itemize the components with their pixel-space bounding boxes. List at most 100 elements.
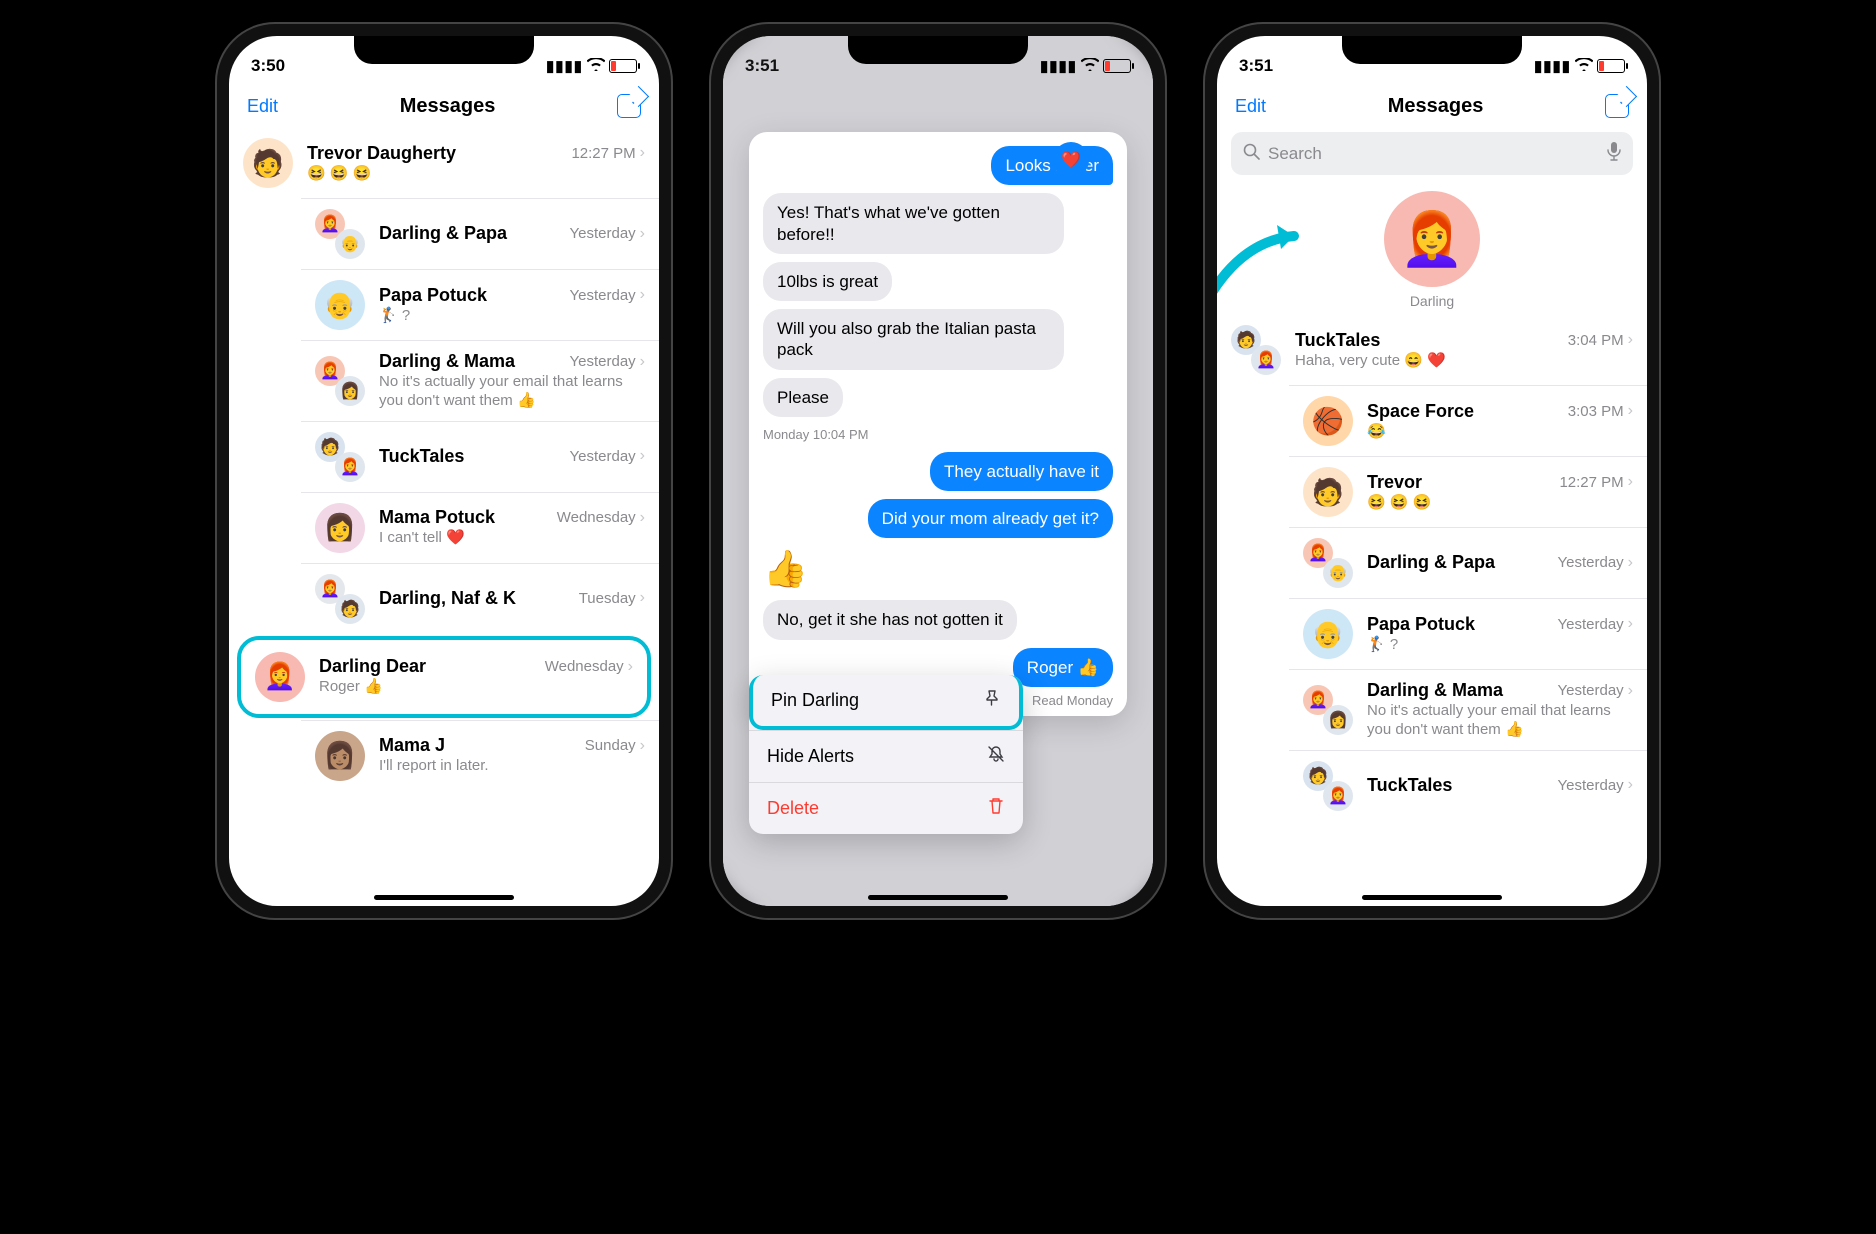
timestamp: Yesterday › (1558, 554, 1634, 572)
avatar: 🧑 (243, 138, 293, 188)
conversation-row[interactable]: 🧑 👩‍🦰 TuckTales Yesterday › (1289, 750, 1647, 821)
conversation-list[interactable]: 🧑 👩‍🦰 TuckTales 3:04 PM › Haha, very cut… (1217, 315, 1647, 821)
search-placeholder: Search (1268, 144, 1322, 164)
status-time: 3:51 (1239, 56, 1273, 76)
conversation-row[interactable]: 👩🏽 Mama J Sunday › I'll report in later. (301, 720, 659, 791)
message-out: They actually have it (930, 452, 1113, 491)
signal-icon: ▮▮▮▮ (1534, 57, 1571, 75)
timestamp: 3:03 PM › (1568, 402, 1633, 420)
pinned-name: Darling (1410, 293, 1454, 309)
edit-button[interactable]: Edit (247, 96, 278, 117)
avatar: 🧑 👩‍🦰 (315, 432, 365, 482)
conversation-row[interactable]: 🧑 👩‍🦰 TuckTales Yesterday › (301, 421, 659, 492)
message-out: Looks better (991, 146, 1113, 185)
chevron-right-icon: › (1628, 615, 1633, 633)
chevron-right-icon: › (640, 509, 645, 527)
chevron-right-icon: › (1628, 473, 1633, 491)
notch (848, 36, 1028, 64)
conversation-row[interactable]: 👩‍🦰 🧑 Darling, Naf & K Tuesday › (301, 563, 659, 634)
wifi-icon (1575, 58, 1593, 75)
timestamp: Monday 10:04 PM (763, 427, 1113, 442)
timestamp: Wednesday › (545, 658, 633, 676)
contact-name: Papa Potuck (1367, 614, 1475, 635)
context-menu[interactable]: Pin DarlingHide Alerts Delete (749, 675, 1023, 834)
conversation-row[interactable]: 🏀 Space Force 3:03 PM › 😂 (1289, 385, 1647, 456)
battery-icon (1103, 59, 1131, 73)
avatar: 🧑 (1303, 467, 1353, 517)
chevron-right-icon: › (1628, 682, 1633, 700)
conversation-row[interactable]: 👩 Mama Potuck Wednesday › I can't tell ❤… (301, 492, 659, 563)
contact-name: TuckTales (1367, 775, 1452, 796)
page-title: Messages (1388, 95, 1484, 118)
status-time: 3:51 (745, 56, 779, 76)
outgoing-messages: They actually have it Did your mom alread… (763, 448, 1113, 543)
message-preview: No it's actually your email that learns … (379, 373, 645, 411)
contact-name: Darling, Naf & K (379, 588, 516, 609)
chevron-right-icon: › (640, 737, 645, 755)
conversation-row[interactable]: 👩‍🦰 👴 Darling & Papa Yesterday › (301, 198, 659, 269)
contact-name: Darling & Mama (379, 351, 515, 372)
message-out: Did your mom already get it? (868, 499, 1113, 538)
conversation-row[interactable]: 👩‍🦰 👩 Darling & Mama Yesterday › No it's… (301, 340, 659, 421)
timestamp: Wednesday › (557, 509, 645, 527)
chevron-right-icon: › (640, 225, 645, 243)
notch (1342, 36, 1522, 64)
timestamp: Yesterday › (570, 225, 646, 243)
conversation-row[interactable]: 👩‍🦰 Darling Dear Wednesday › Roger 👍 (237, 636, 651, 718)
wifi-icon (1081, 58, 1099, 75)
conversation-preview-card[interactable]: Looks better ❤️ Yes! That's what we've g… (749, 132, 1127, 716)
menu-item-bell-slash[interactable]: Hide Alerts (749, 730, 1023, 782)
home-indicator[interactable] (868, 895, 1008, 900)
read-receipt: Read Monday (1032, 693, 1113, 708)
timestamp: Yesterday › (570, 353, 646, 371)
home-indicator[interactable] (1362, 895, 1502, 900)
contact-name: Darling & Papa (1367, 552, 1495, 573)
message-preview: 😆 😆 😆 (1367, 494, 1633, 513)
avatar: 👩‍🦰 👴 (315, 209, 365, 259)
pinned-avatar[interactable]: 👩‍🦰 (1384, 191, 1480, 287)
notch (354, 36, 534, 64)
message-in: No, get it she has not gotten it (763, 600, 1017, 639)
contact-name: TuckTales (379, 446, 464, 467)
timestamp: 3:04 PM › (1568, 331, 1633, 349)
conversation-row[interactable]: 👴 Papa Potuck Yesterday › 🏌️ ? (1289, 598, 1647, 669)
menu-item-trash[interactable]: Delete (749, 782, 1023, 834)
home-indicator[interactable] (374, 895, 514, 900)
timestamp: 12:27 PM › (1559, 473, 1633, 491)
chevron-right-icon: › (640, 353, 645, 371)
bell-slash-icon (987, 745, 1005, 768)
conversation-row[interactable]: 👴 Papa Potuck Yesterday › 🏌️ ? (301, 269, 659, 340)
status-time: 3:50 (251, 56, 285, 76)
avatar: 👩‍🦰 👴 (1303, 538, 1353, 588)
avatar: 👩🏽 (315, 731, 365, 781)
incoming-messages: Yes! That's what we've gotten before!!10… (763, 189, 1113, 421)
page-title: Messages (400, 95, 496, 118)
conversation-row[interactable]: 🧑 Trevor 12:27 PM › 😆 😆 😆 (1289, 456, 1647, 527)
search-input[interactable]: Search (1231, 132, 1633, 175)
contact-name: Space Force (1367, 401, 1474, 422)
conversation-row[interactable]: 🧑 Trevor Daugherty 12:27 PM › 😆 😆 😆 (229, 128, 659, 198)
conversation-row[interactable]: 👩‍🦰 👴 Darling & Papa Yesterday › (1289, 527, 1647, 598)
phone-mockup-3: 3:51 ▮▮▮▮ Edit Messages Search (1205, 24, 1659, 918)
contact-name: Trevor Daugherty (307, 143, 456, 164)
conversation-row[interactable]: 🧑 👩‍🦰 TuckTales 3:04 PM › Haha, very cut… (1217, 315, 1647, 385)
edit-button[interactable]: Edit (1235, 96, 1266, 117)
message-out: Roger 👍 (1013, 648, 1113, 687)
dictation-icon[interactable] (1607, 141, 1621, 166)
contact-name: Mama J (379, 735, 445, 756)
menu-item-pin[interactable]: Pin Darling (749, 675, 1023, 730)
message-in: Yes! That's what we've gotten before!! (763, 193, 1064, 254)
conversation-row[interactable]: 👩‍🦰 👩 Darling & Mama Yesterday › No it's… (1289, 669, 1647, 750)
menu-label: Delete (767, 798, 819, 819)
navbar: Edit Messages (1217, 86, 1647, 128)
conversation-list[interactable]: 🧑 Trevor Daugherty 12:27 PM › 😆 😆 😆 👩‍🦰 … (229, 128, 659, 791)
compose-button[interactable] (1605, 94, 1629, 118)
wifi-icon (587, 58, 605, 75)
avatar: 👩‍🦰 👩 (1303, 685, 1353, 735)
compose-button[interactable] (617, 94, 641, 118)
avatar: 👩 (315, 503, 365, 553)
message-preview: Roger 👍 (319, 678, 633, 697)
pinned-conversation[interactable]: 👩‍🦰 Darling (1217, 183, 1647, 315)
chevron-right-icon: › (640, 144, 645, 162)
message-in: Will you also grab the Italian pasta pac… (763, 309, 1064, 370)
